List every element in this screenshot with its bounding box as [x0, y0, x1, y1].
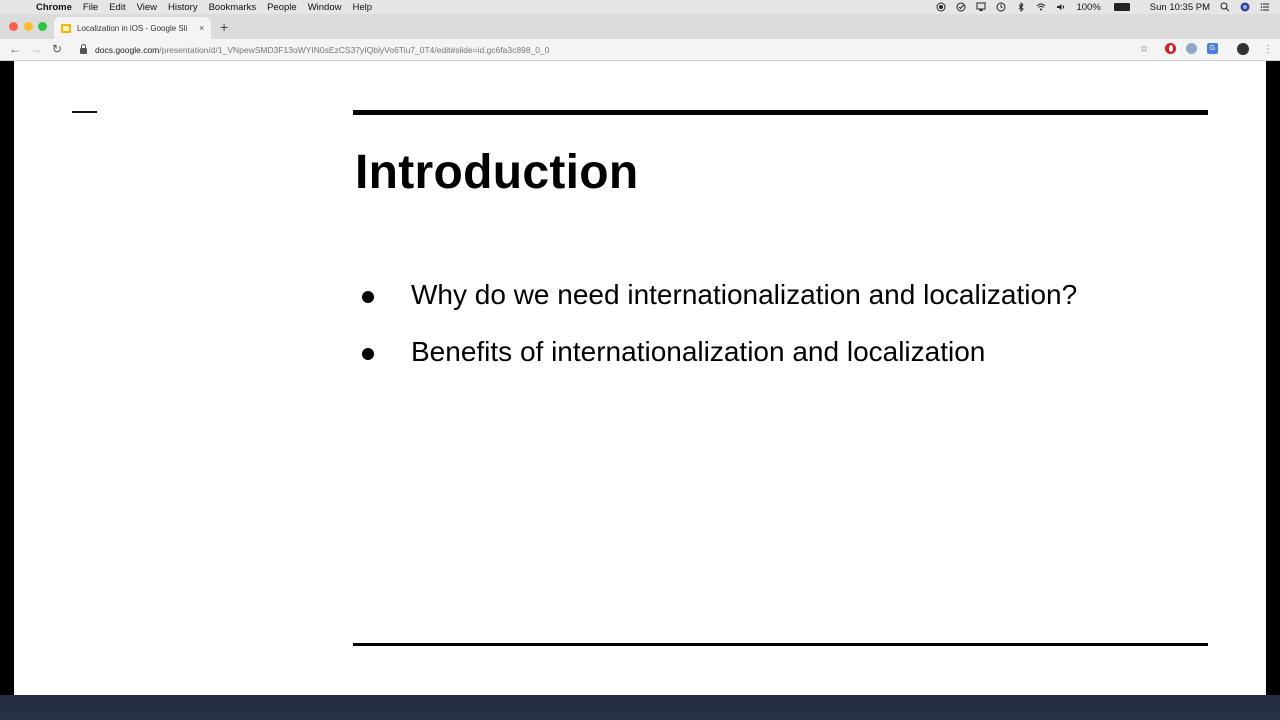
menu-history[interactable]: History — [168, 2, 198, 13]
macos-menu-bar: Chrome File Edit View History Bookmarks … — [0, 0, 1280, 14]
menu-file[interactable]: File — [83, 2, 98, 13]
menu-people[interactable]: People — [267, 2, 297, 13]
menu-extras: 100% Sun 10:35 PM — [936, 0, 1280, 14]
tab-title: Localization in iOS - Google Sli — [77, 23, 188, 33]
time-machine-icon[interactable] — [996, 2, 1006, 12]
slide-accent-dash — [72, 111, 97, 113]
desktop-background — [0, 695, 1280, 720]
new-tab-button[interactable]: + — [220, 19, 228, 35]
url-path: /presentation/d/1_VNpewSMD3F13oWYIN0sEzC… — [159, 45, 550, 55]
window-maximize-button[interactable] — [38, 22, 47, 31]
battery-percent: 100% — [1076, 1, 1101, 13]
menu-view[interactable]: View — [137, 2, 157, 13]
lock-icon[interactable] — [80, 44, 87, 54]
bullet-dot-icon — [362, 290, 374, 303]
slide[interactable]: Introduction Why do we need internationa… — [14, 61, 1266, 695]
slide-bullet-list: Why do we need internationalization and … — [362, 266, 1077, 380]
menu-window[interactable]: Window — [308, 2, 342, 13]
bookmark-star-icon[interactable]: ☆ — [1138, 43, 1150, 55]
bullet-text: Why do we need internationalization and … — [411, 278, 1078, 310]
presentation-stage: Introduction Why do we need internationa… — [0, 61, 1280, 695]
ghostery-extension-icon[interactable] — [1186, 43, 1197, 54]
checkmark-icon[interactable] — [956, 2, 966, 12]
tab-close-icon[interactable]: × — [199, 23, 204, 33]
opera-extension-icon[interactable] — [1165, 43, 1176, 54]
google-slides-icon — [61, 23, 71, 33]
bullet-dot-icon — [362, 347, 374, 360]
slide-top-rule — [353, 110, 1208, 115]
clock[interactable]: Sun 10:35 PM — [1150, 2, 1210, 13]
translate-extension-icon[interactable]: G — [1207, 43, 1218, 54]
volume-icon[interactable] — [1056, 2, 1066, 12]
slide-bullet: Benefits of internationalization and loc… — [362, 323, 1077, 380]
profile-avatar[interactable] — [1237, 43, 1249, 55]
slide-bottom-rule — [353, 643, 1208, 646]
siri-icon[interactable] — [1240, 2, 1250, 12]
forward-button[interactable]: → — [30, 42, 42, 56]
battery-status[interactable]: 100% — [1076, 2, 1139, 13]
menu-chrome[interactable]: Chrome — [36, 2, 72, 13]
menu-edit[interactable]: Edit — [109, 2, 125, 13]
record-icon[interactable] — [936, 2, 946, 12]
notification-center-icon[interactable] — [1260, 2, 1270, 12]
reload-button[interactable]: ↻ — [52, 42, 62, 56]
window-close-button[interactable] — [9, 22, 18, 31]
wifi-icon[interactable] — [1036, 2, 1046, 12]
browser-tab-strip: Localization in iOS - Google Sli × + — [0, 14, 1280, 39]
bluetooth-icon[interactable] — [1016, 2, 1026, 12]
slide-bullet: Why do we need internationalization and … — [362, 266, 1077, 323]
menu-help[interactable]: Help — [352, 2, 372, 13]
url-host: docs.google.com — [95, 45, 160, 55]
airplay-icon[interactable] — [976, 2, 986, 12]
battery-icon — [1113, 3, 1130, 11]
address-bar[interactable]: docs.google.com/presentation/d/1_VNpewSM… — [72, 41, 1132, 59]
browser-toolbar: ← → ↻ docs.google.com/presentation/d/1_V… — [0, 39, 1280, 61]
chrome-menu-icon[interactable]: ⋮ — [1262, 43, 1274, 55]
browser-tab-active[interactable]: Localization in iOS - Google Sli × — [54, 17, 211, 39]
spotlight-icon[interactable] — [1220, 2, 1230, 12]
menu-bookmarks[interactable]: Bookmarks — [209, 2, 257, 13]
back-button[interactable]: ← — [9, 42, 21, 56]
bullet-text: Benefits of internationalization and loc… — [411, 335, 986, 367]
slide-title: Introduction — [355, 146, 639, 199]
window-minimize-button[interactable] — [24, 22, 33, 31]
